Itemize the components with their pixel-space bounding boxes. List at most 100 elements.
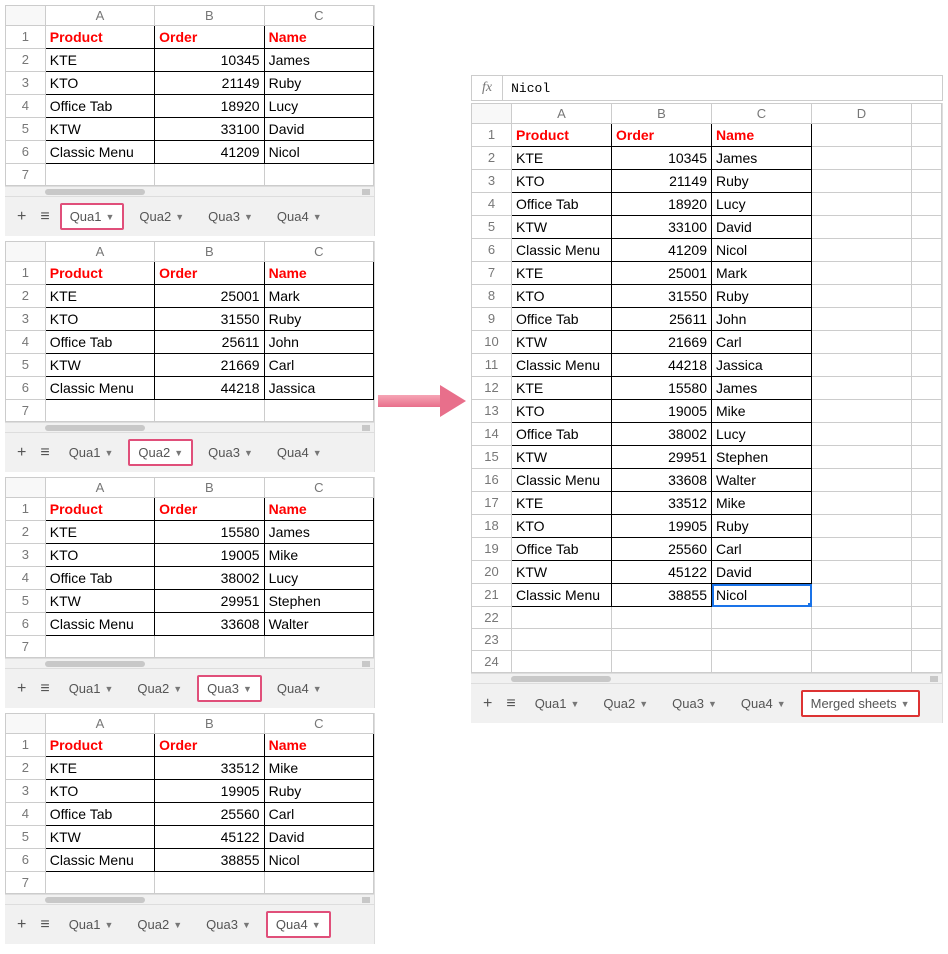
cell-e-partial[interactable]: [912, 216, 942, 239]
cell-product[interactable]: Office Tab: [512, 423, 612, 446]
cell-d[interactable]: [812, 423, 912, 446]
cell-product[interactable]: Classic Menu: [512, 354, 612, 377]
col-header-b[interactable]: B: [155, 6, 264, 26]
cell-d[interactable]: [812, 515, 912, 538]
tab-qua1[interactable]: Qua1▼: [60, 912, 123, 937]
cell-d[interactable]: [812, 285, 912, 308]
row-num[interactable]: 11: [472, 354, 512, 377]
cell-name[interactable]: Walter: [712, 469, 812, 492]
cell-name[interactable]: Ruby: [712, 170, 812, 193]
cell-name[interactable]: Ruby: [712, 285, 812, 308]
cell-order[interactable]: 21669: [612, 331, 712, 354]
cell-d[interactable]: [812, 538, 912, 561]
cell-name[interactable]: David: [712, 216, 812, 239]
cell-product[interactable]: KTO: [512, 515, 612, 538]
tab-qua3[interactable]: Qua3▼: [199, 204, 262, 229]
row-num[interactable]: 18: [472, 515, 512, 538]
cell-name[interactable]: Ruby: [712, 515, 812, 538]
row-num[interactable]: 16: [472, 469, 512, 492]
tab-qua4[interactable]: Qua4▼: [268, 440, 331, 465]
cell-product[interactable]: Office Tab: [512, 538, 612, 561]
cell-e-partial[interactable]: [912, 170, 942, 193]
cell-product[interactable]: KTO: [512, 285, 612, 308]
add-sheet-icon[interactable]: +: [13, 444, 30, 462]
row-num[interactable]: 3: [472, 170, 512, 193]
cell-order[interactable]: 15580: [612, 377, 712, 400]
cell-order[interactable]: 10345: [612, 147, 712, 170]
cell-d[interactable]: [812, 584, 912, 607]
tab-qua4[interactable]: Qua4▼: [266, 911, 331, 938]
cell-d[interactable]: [812, 193, 912, 216]
add-sheet-icon[interactable]: +: [13, 916, 30, 934]
header-order[interactable]: Order: [612, 124, 712, 147]
tab-qua3[interactable]: Qua3▼: [663, 691, 726, 716]
row-num[interactable]: 20: [472, 561, 512, 584]
row-num[interactable]: 14: [472, 423, 512, 446]
tab-qua2[interactable]: Qua2▼: [130, 204, 193, 229]
cell-name[interactable]: James: [712, 147, 812, 170]
cell-order[interactable]: 19905: [612, 515, 712, 538]
cell-d[interactable]: [812, 262, 912, 285]
tab-qua2[interactable]: Qua2▼: [128, 439, 193, 466]
cell-product[interactable]: KTE: [512, 147, 612, 170]
cell-name[interactable]: Jassica: [712, 354, 812, 377]
cell-name[interactable]: Mike: [712, 400, 812, 423]
cell-order[interactable]: 19005: [612, 400, 712, 423]
cell-name[interactable]: Lucy: [712, 423, 812, 446]
horizontal-scrollbar[interactable]: [5, 658, 374, 668]
cell-product[interactable]: KTW: [512, 561, 612, 584]
cell-d[interactable]: [812, 400, 912, 423]
row-num[interactable]: 5: [472, 216, 512, 239]
cell-product[interactable]: Office Tab: [512, 308, 612, 331]
cell-e-partial[interactable]: [912, 492, 942, 515]
tab-qua1[interactable]: Qua1▼: [60, 440, 123, 465]
row-num[interactable]: 6: [472, 239, 512, 262]
all-sheets-icon[interactable]: ≡: [502, 695, 519, 713]
row-num[interactable]: 17: [472, 492, 512, 515]
cell-product[interactable]: KTE: [512, 262, 612, 285]
cell-e-partial[interactable]: [912, 331, 942, 354]
cell-product[interactable]: Office Tab: [512, 193, 612, 216]
cell-e-partial[interactable]: [912, 262, 942, 285]
cell-order[interactable]: 25001: [612, 262, 712, 285]
cell-d[interactable]: [812, 354, 912, 377]
all-sheets-icon[interactable]: ≡: [36, 444, 53, 462]
header-name[interactable]: Name: [712, 124, 812, 147]
cell-e-partial[interactable]: [912, 469, 942, 492]
header-order[interactable]: Order: [155, 26, 264, 49]
col-header-c[interactable]: C: [265, 6, 374, 26]
cell-name[interactable]: Carl: [712, 538, 812, 561]
add-sheet-icon[interactable]: +: [13, 208, 30, 226]
cell-d[interactable]: [812, 308, 912, 331]
row-num[interactable]: 8: [472, 285, 512, 308]
row-num[interactable]: 21: [472, 584, 512, 607]
fx-icon[interactable]: fx: [472, 76, 503, 100]
row-num[interactable]: 2: [472, 147, 512, 170]
cell-d[interactable]: [812, 147, 912, 170]
cell-d[interactable]: [812, 239, 912, 262]
header-product[interactable]: Product: [46, 26, 155, 49]
cell-product[interactable]: Classic Menu: [512, 584, 612, 607]
row-num[interactable]: 9: [472, 308, 512, 331]
cell-e-partial[interactable]: [912, 124, 942, 147]
cell-name[interactable]: Lucy: [712, 193, 812, 216]
cell-e-partial[interactable]: [912, 446, 942, 469]
col-header-a[interactable]: A: [46, 6, 155, 26]
cell-e-partial[interactable]: [912, 377, 942, 400]
cell-e-partial[interactable]: [912, 193, 942, 216]
cell-product[interactable]: KTO: [512, 400, 612, 423]
all-sheets-icon[interactable]: ≡: [36, 916, 53, 934]
cell-d[interactable]: [812, 492, 912, 515]
row-num[interactable]: 24: [472, 651, 512, 673]
cell-name[interactable]: Carl: [712, 331, 812, 354]
cell-e-partial[interactable]: [912, 423, 942, 446]
cell-name[interactable]: Nicol: [712, 584, 812, 607]
all-sheets-icon[interactable]: ≡: [36, 208, 53, 226]
cell-order[interactable]: 33512: [612, 492, 712, 515]
cell-product[interactable]: KTE: [512, 492, 612, 515]
cell-order[interactable]: 25611: [612, 308, 712, 331]
row-num[interactable]: 23: [472, 629, 512, 651]
cell-order[interactable]: 31550: [612, 285, 712, 308]
cell-e-partial[interactable]: [912, 584, 942, 607]
cell-name[interactable]: Nicol: [712, 239, 812, 262]
